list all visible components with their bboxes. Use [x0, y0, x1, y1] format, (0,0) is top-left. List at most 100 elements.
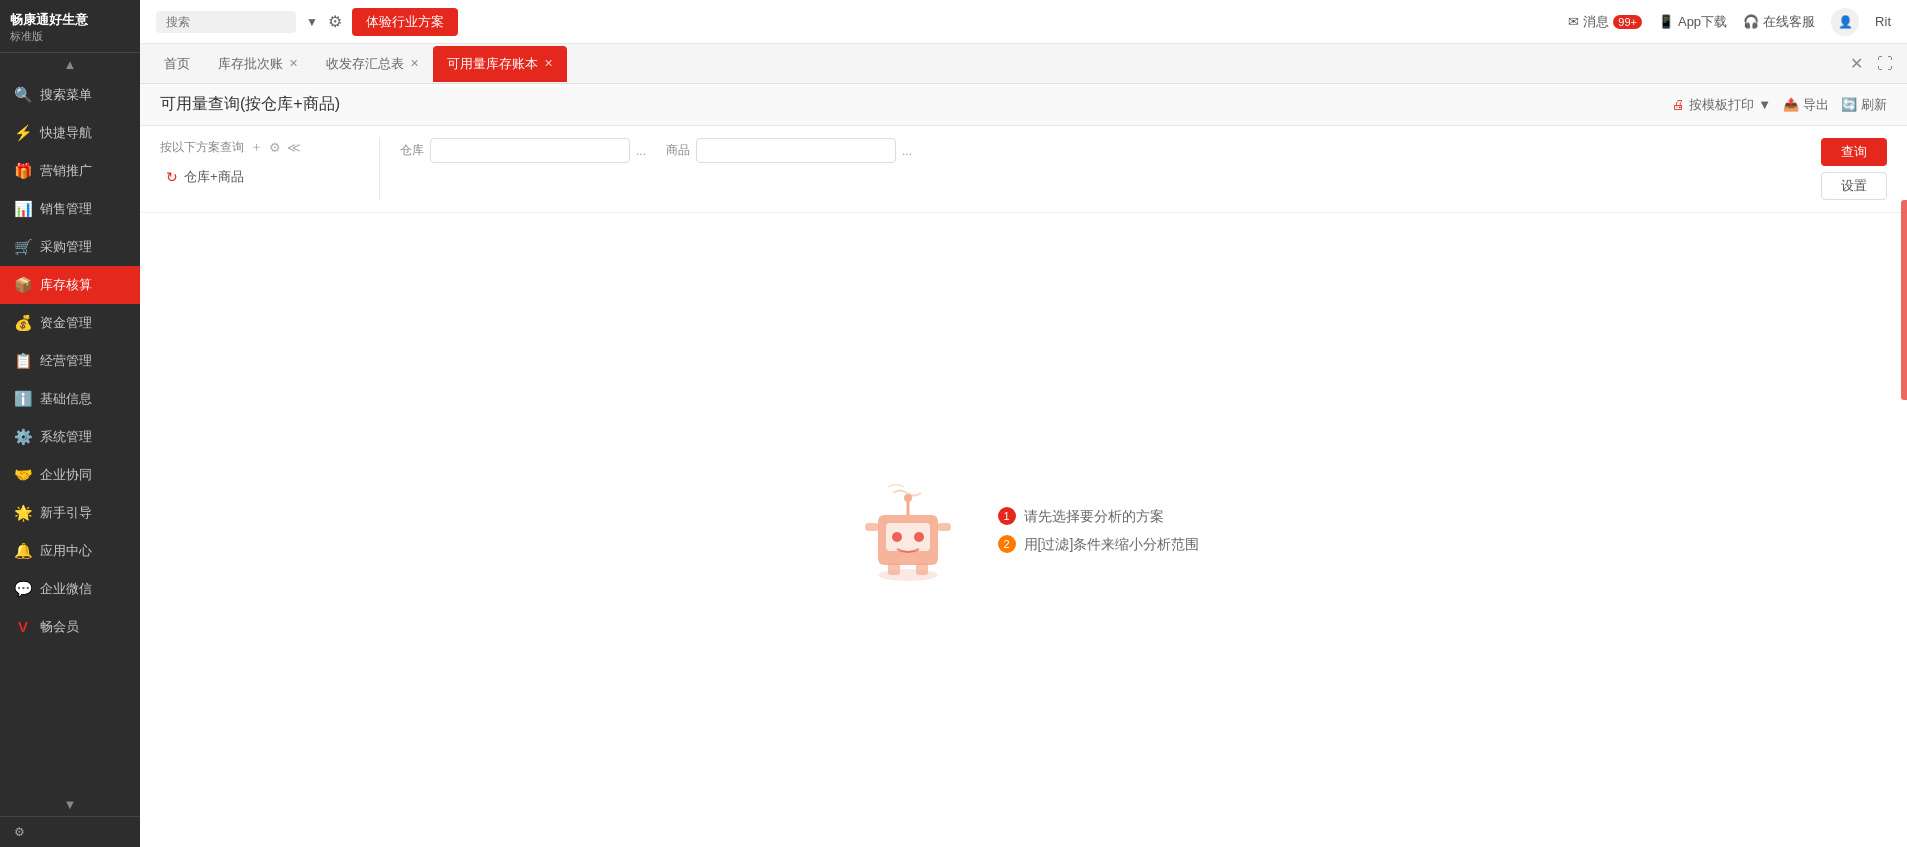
svg-rect-8 [937, 523, 951, 531]
page-title: 可用量查询(按仓库+商品) [160, 94, 340, 115]
user-avatar[interactable]: 👤 [1831, 8, 1859, 36]
export-icon: 📤 [1783, 97, 1799, 112]
tab-stock-summary-label: 收发存汇总表 [326, 55, 404, 73]
tab-close-icon[interactable]: ✕ [289, 57, 298, 70]
goods-more-btn[interactable]: ... [902, 144, 912, 158]
sidebar-item-app-center[interactable]: 🔔 应用中心 [0, 532, 140, 570]
sidebar-item-label: 应用中心 [40, 542, 92, 560]
tab-close-icon[interactable]: ✕ [544, 57, 553, 70]
tab-stock-summary[interactable]: 收发存汇总表 ✕ [312, 46, 433, 82]
marketing-icon: 🎁 [14, 162, 32, 180]
right-edge-scrollbar[interactable] [1901, 200, 1907, 400]
tabs-close-btn[interactable]: ✕ [1846, 52, 1867, 75]
print-dropdown-icon[interactable]: ▼ [1758, 97, 1771, 112]
scheme-label: 仓库+商品 [184, 168, 244, 186]
filter-warehouse-field: 仓库 ... [400, 138, 646, 163]
sidebar-item-quick-nav[interactable]: ⚡ 快捷导航 [0, 114, 140, 152]
svg-point-4 [914, 532, 924, 542]
filter-label-text: 按以下方案查询 [160, 139, 244, 156]
sidebar-scroll-down[interactable]: ▼ [0, 793, 140, 816]
tab-inventory-batch[interactable]: 库存批次账 ✕ [204, 46, 312, 82]
empty-hints: 1 请先选择要分析的方案 2 用[过滤]条件来缩小分析范围 [998, 502, 1200, 558]
sidebar-item-sales[interactable]: 📊 销售管理 [0, 190, 140, 228]
sidebar-item-weixin[interactable]: 💬 企业微信 [0, 570, 140, 608]
search-icon: 🔍 [14, 86, 32, 104]
sidebar-item-label: 营销推广 [40, 162, 92, 180]
sidebar-item-newbie[interactable]: 🌟 新手引导 [0, 494, 140, 532]
online-service-label: 在线客服 [1763, 13, 1815, 31]
warehouse-input[interactable] [430, 138, 630, 163]
operations-icon: 📋 [14, 352, 32, 370]
goods-input[interactable] [696, 138, 896, 163]
settings-button[interactable]: 设置 [1821, 172, 1887, 200]
empty-state: 1 请先选择要分析的方案 2 用[过滤]条件来缩小分析范围 [140, 213, 1907, 847]
sidebar-item-label: 快捷导航 [40, 124, 92, 142]
sidebar-item-search[interactable]: 🔍 搜索菜单 [0, 76, 140, 114]
trial-btn[interactable]: 体验行业方案 [352, 8, 458, 36]
sidebar-bottom-settings[interactable]: ⚙ [0, 816, 140, 847]
tab-available-ledger[interactable]: 可用量库存账本 ✕ [433, 46, 567, 82]
sidebar-item-system[interactable]: ⚙️ 系统管理 [0, 418, 140, 456]
tabs-bar: 首页 库存批次账 ✕ 收发存汇总表 ✕ 可用量库存账本 ✕ ✕ ⛶ [140, 44, 1907, 84]
tab-home[interactable]: 首页 [150, 46, 204, 82]
sidebar-item-label: 企业微信 [40, 580, 92, 598]
sidebar-item-inventory[interactable]: 📦 库存核算 [0, 266, 140, 304]
sidebar-item-label: 经营管理 [40, 352, 92, 370]
filter-inputs-panel: 仓库 ... 商品 ... 查询 设置 [380, 138, 1887, 200]
hint-num-1: 1 [998, 507, 1016, 525]
sidebar-item-purchase[interactable]: 🛒 采购管理 [0, 228, 140, 266]
filter-actions: 查询 设置 [1821, 138, 1887, 200]
print-icon: 🖨 [1672, 97, 1685, 112]
sidebar-item-member[interactable]: V 畅会员 [0, 608, 140, 646]
svg-rect-7 [865, 523, 879, 531]
print-label: 按模板打印 [1689, 96, 1754, 114]
filter-goods-row: 商品 ... [666, 138, 912, 163]
topbar-gear-icon[interactable]: ⚙ [328, 12, 342, 31]
filter-area: 按以下方案查询 ＋ ⚙ ≪ ↻ 仓库+商品 仓库 ... [140, 126, 1907, 213]
info-icon: ℹ️ [14, 390, 32, 408]
filter-goods-field: 商品 ... [666, 138, 912, 163]
svg-point-3 [892, 532, 902, 542]
sidebar-item-finance[interactable]: 💰 资金管理 [0, 304, 140, 342]
search-dropdown-icon[interactable]: ▼ [306, 15, 318, 29]
notification-btn[interactable]: ✉ 消息 99+ [1568, 13, 1642, 31]
page-header-actions: 🖨 按模板打印 ▼ 📤 导出 🔄 刷新 [1672, 96, 1887, 114]
sidebar-item-label: 基础信息 [40, 390, 92, 408]
collapse-filter-btn[interactable]: ≪ [287, 140, 301, 155]
sidebar-item-operations[interactable]: 📋 经营管理 [0, 342, 140, 380]
hint-num-2: 2 [998, 535, 1016, 553]
sidebar-item-basic-info[interactable]: ℹ️ 基础信息 [0, 380, 140, 418]
online-service-btn[interactable]: 🎧 在线客服 [1743, 13, 1815, 31]
sidebar-item-marketing[interactable]: 🎁 营销推广 [0, 152, 140, 190]
topbar-search-input[interactable] [156, 11, 296, 33]
username-label[interactable]: Rit [1875, 14, 1891, 29]
tab-inventory-batch-label: 库存批次账 [218, 55, 283, 73]
topbar-right: ✉ 消息 99+ 📱 App下载 🎧 在线客服 👤 Rit [1568, 8, 1891, 36]
export-btn[interactable]: 📤 导出 [1783, 96, 1829, 114]
warehouse-more-btn[interactable]: ... [636, 144, 646, 158]
empty-illustration [848, 470, 968, 590]
query-button[interactable]: 查询 [1821, 138, 1887, 166]
sidebar-item-collab[interactable]: 🤝 企业协同 [0, 456, 140, 494]
sidebar-scroll-up[interactable]: ▲ [0, 53, 140, 76]
page-header: 可用量查询(按仓库+商品) 🖨 按模板打印 ▼ 📤 导出 🔄 刷新 [140, 84, 1907, 126]
svg-rect-10 [916, 563, 928, 575]
empty-robot-svg [853, 475, 963, 585]
tab-close-icon[interactable]: ✕ [410, 57, 419, 70]
sidebar-menu: 🔍 搜索菜单 ⚡ 快捷导航 🎁 营销推广 📊 销售管理 🛒 采购管理 📦 库存核… [0, 76, 140, 793]
brand-edition: 标准版 [10, 29, 130, 44]
app-download-btn[interactable]: 📱 App下载 [1658, 13, 1727, 31]
sales-icon: 📊 [14, 200, 32, 218]
print-btn[interactable]: 🖨 按模板打印 ▼ [1672, 96, 1771, 114]
filter-scheme-option[interactable]: ↻ 仓库+商品 [160, 164, 367, 190]
sidebar-item-label: 新手引导 [40, 504, 92, 522]
sidebar: 畅康通好生意 标准版 ▲ 🔍 搜索菜单 ⚡ 快捷导航 🎁 营销推广 📊 销售管理… [0, 0, 140, 847]
edit-scheme-btn[interactable]: ⚙ [269, 140, 281, 155]
refresh-btn[interactable]: 🔄 刷新 [1841, 96, 1887, 114]
tabs-expand-btn[interactable]: ⛶ [1873, 53, 1897, 75]
add-scheme-btn[interactable]: ＋ [250, 138, 263, 156]
brand-name: 畅康通好生意 [10, 12, 130, 29]
sidebar-item-label: 资金管理 [40, 314, 92, 332]
topbar: ▼ ⚙ 体验行业方案 ✉ 消息 99+ 📱 App下载 🎧 在线客服 👤 Rit [140, 0, 1907, 44]
refresh-icon: 🔄 [1841, 97, 1857, 112]
